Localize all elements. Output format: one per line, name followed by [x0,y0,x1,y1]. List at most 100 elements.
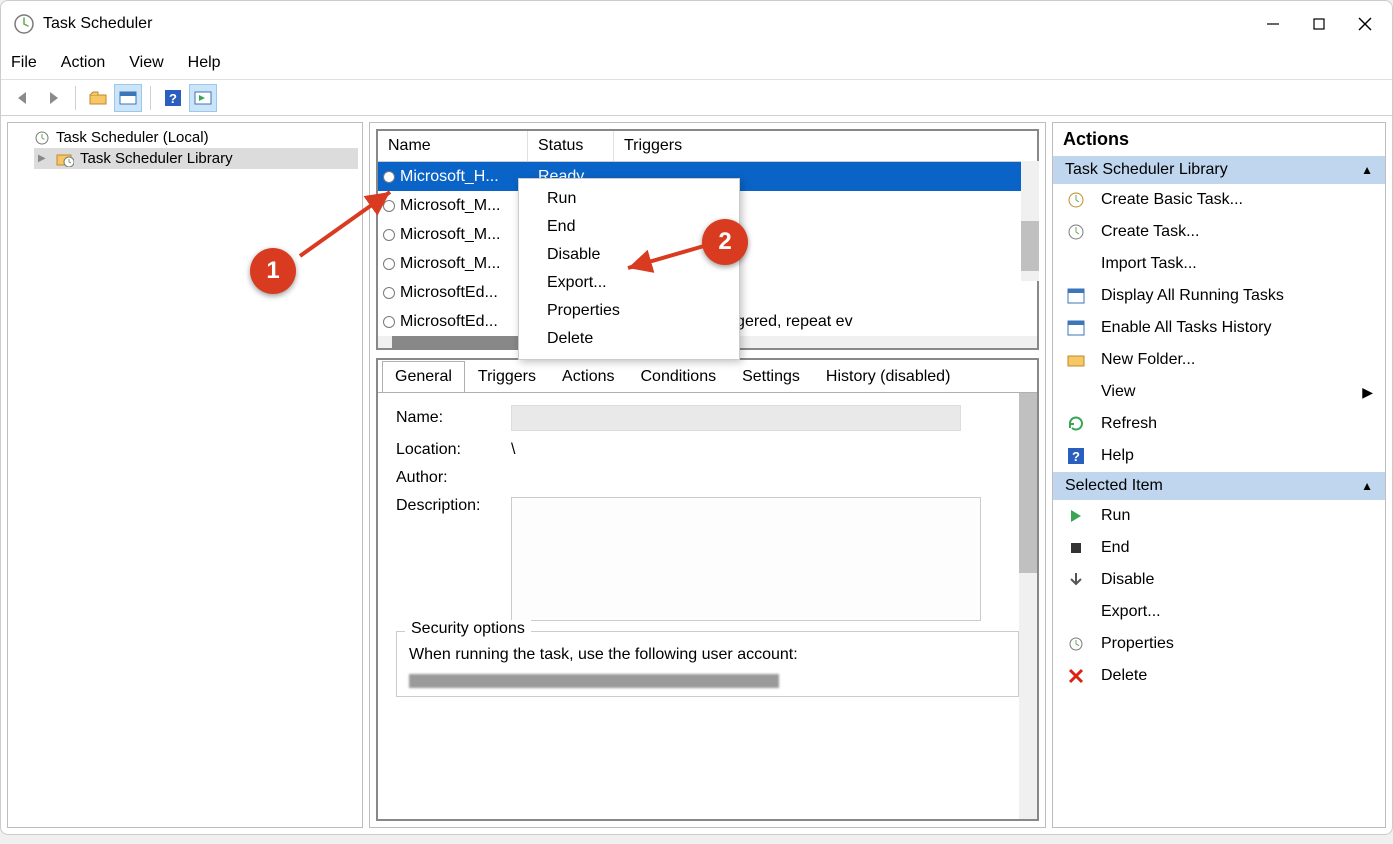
annotation-bubble: 1 [250,248,296,294]
folder-icon [1065,353,1087,367]
toolbar: ? [1,80,1392,116]
menu-help[interactable]: Help [188,54,221,72]
action-pane-toggle-button[interactable] [189,84,217,112]
action-properties[interactable]: Properties [1053,628,1385,660]
task-list-header: Name Status Triggers [378,131,1037,162]
annotation-1: 1 [250,248,296,294]
app-window: Task Scheduler File Action View Help ? T [0,0,1393,835]
actions-group-label: Task Scheduler Library [1065,161,1228,179]
actions-group-selected[interactable]: Selected Item ▲ [1053,472,1385,500]
stop-icon [1065,542,1087,554]
detail-tabs: General Triggers Actions Conditions Sett… [378,360,1037,392]
back-button[interactable] [9,84,37,112]
name-label: Name: [396,409,511,427]
tab-settings[interactable]: Settings [729,361,813,393]
location-value: \ [511,441,515,459]
action-refresh[interactable]: Refresh [1053,408,1385,440]
collapse-icon[interactable]: ▲ [1361,163,1373,177]
task-name: Microsoft_M... [400,197,528,215]
action-view[interactable]: View ▶ [1053,376,1385,408]
menu-action[interactable]: Action [61,54,105,72]
delete-icon [1065,668,1087,684]
minimize-button[interactable] [1250,1,1296,46]
tree-library-label: Task Scheduler Library [80,150,233,167]
maximize-button[interactable] [1296,1,1342,46]
tab-conditions[interactable]: Conditions [627,361,729,393]
task-detail: General Triggers Actions Conditions Sett… [376,358,1039,821]
wizard-icon [1065,191,1087,209]
actions-group-label: Selected Item [1065,477,1163,495]
tree-library[interactable]: ▶ Task Scheduler Library [34,148,358,169]
tab-actions[interactable]: Actions [549,361,627,393]
forward-button[interactable] [39,84,67,112]
tab-history[interactable]: History (disabled) [813,361,963,393]
play-icon [1065,509,1087,523]
action-create-task[interactable]: Create Task... [1053,216,1385,248]
close-button[interactable] [1342,1,1388,46]
name-input[interactable] [511,405,961,431]
menu-view[interactable]: View [129,54,163,72]
folder-clock-icon [56,151,74,167]
clock-icon [34,130,50,146]
vertical-scrollbar[interactable] [1021,161,1039,281]
action-create-basic-task[interactable]: Create Basic Task... [1053,184,1385,216]
properties-icon [1065,636,1087,652]
collapse-icon[interactable]: ▲ [1361,479,1373,493]
action-end[interactable]: End [1053,532,1385,564]
action-import-task[interactable]: Import Task... [1053,248,1385,280]
task-name: MicrosoftEd... [400,284,528,302]
menu-file[interactable]: File [11,54,37,72]
actions-pane: Actions Task Scheduler Library ▲ Create … [1052,122,1386,828]
detail-scrollbar[interactable] [1019,393,1037,819]
task-name: Microsoft_M... [400,255,528,273]
description-label: Description: [396,497,511,515]
location-label: Location: [396,441,511,459]
history-icon [1065,320,1087,336]
clock-icon [1065,223,1087,241]
tasks-icon [1065,288,1087,304]
author-label: Author: [396,469,511,487]
col-triggers[interactable]: Triggers [614,131,1037,161]
ctx-run[interactable]: Run [519,185,739,213]
action-export[interactable]: Export... [1053,596,1385,628]
help-icon: ? [1065,447,1087,465]
action-display-running[interactable]: Display All Running Tasks [1053,280,1385,312]
action-run[interactable]: Run [1053,500,1385,532]
submenu-arrow-icon: ▶ [1362,384,1373,401]
tree-root[interactable]: Task Scheduler (Local) [12,127,358,148]
disable-arrow-icon [1065,572,1087,588]
refresh-icon [1065,415,1087,433]
task-name: Microsoft_H... [400,168,528,186]
title-bar: Task Scheduler [1,1,1392,46]
main-body: Task Scheduler (Local) ▶ Task Scheduler … [1,116,1392,834]
svg-text:?: ? [1072,449,1080,464]
clock-icon [378,315,400,329]
window-title: Task Scheduler [43,15,152,33]
col-name[interactable]: Name [378,131,528,161]
ctx-properties[interactable]: Properties [519,297,739,325]
security-text: When running the task, use the following… [409,646,1006,664]
action-delete[interactable]: Delete [1053,660,1385,692]
app-clock-icon [13,13,35,35]
col-status[interactable]: Status [528,131,614,161]
security-fieldset: Security options When running the task, … [396,631,1019,697]
actions-group-library[interactable]: Task Scheduler Library ▲ [1053,156,1385,184]
tree-root-label: Task Scheduler (Local) [56,129,209,146]
tab-triggers[interactable]: Triggers [465,361,549,393]
help-toolbar-button[interactable]: ? [159,84,187,112]
expand-icon[interactable]: ▶ [38,153,50,164]
svg-text:?: ? [169,91,177,106]
tab-general[interactable]: General [382,361,465,393]
description-input[interactable] [511,497,981,621]
toolbar-separator [150,86,151,110]
action-disable[interactable]: Disable [1053,564,1385,596]
ctx-delete[interactable]: Delete [519,325,739,353]
toolbar-separator [75,86,76,110]
action-new-folder[interactable]: New Folder... [1053,344,1385,376]
action-help[interactable]: ? Help [1053,440,1385,472]
action-enable-history[interactable]: Enable All Tasks History [1053,312,1385,344]
refresh-view-button[interactable] [114,84,142,112]
task-name: MicrosoftEd... [400,313,528,331]
security-legend: Security options [405,620,531,638]
folder-up-button[interactable] [84,84,112,112]
